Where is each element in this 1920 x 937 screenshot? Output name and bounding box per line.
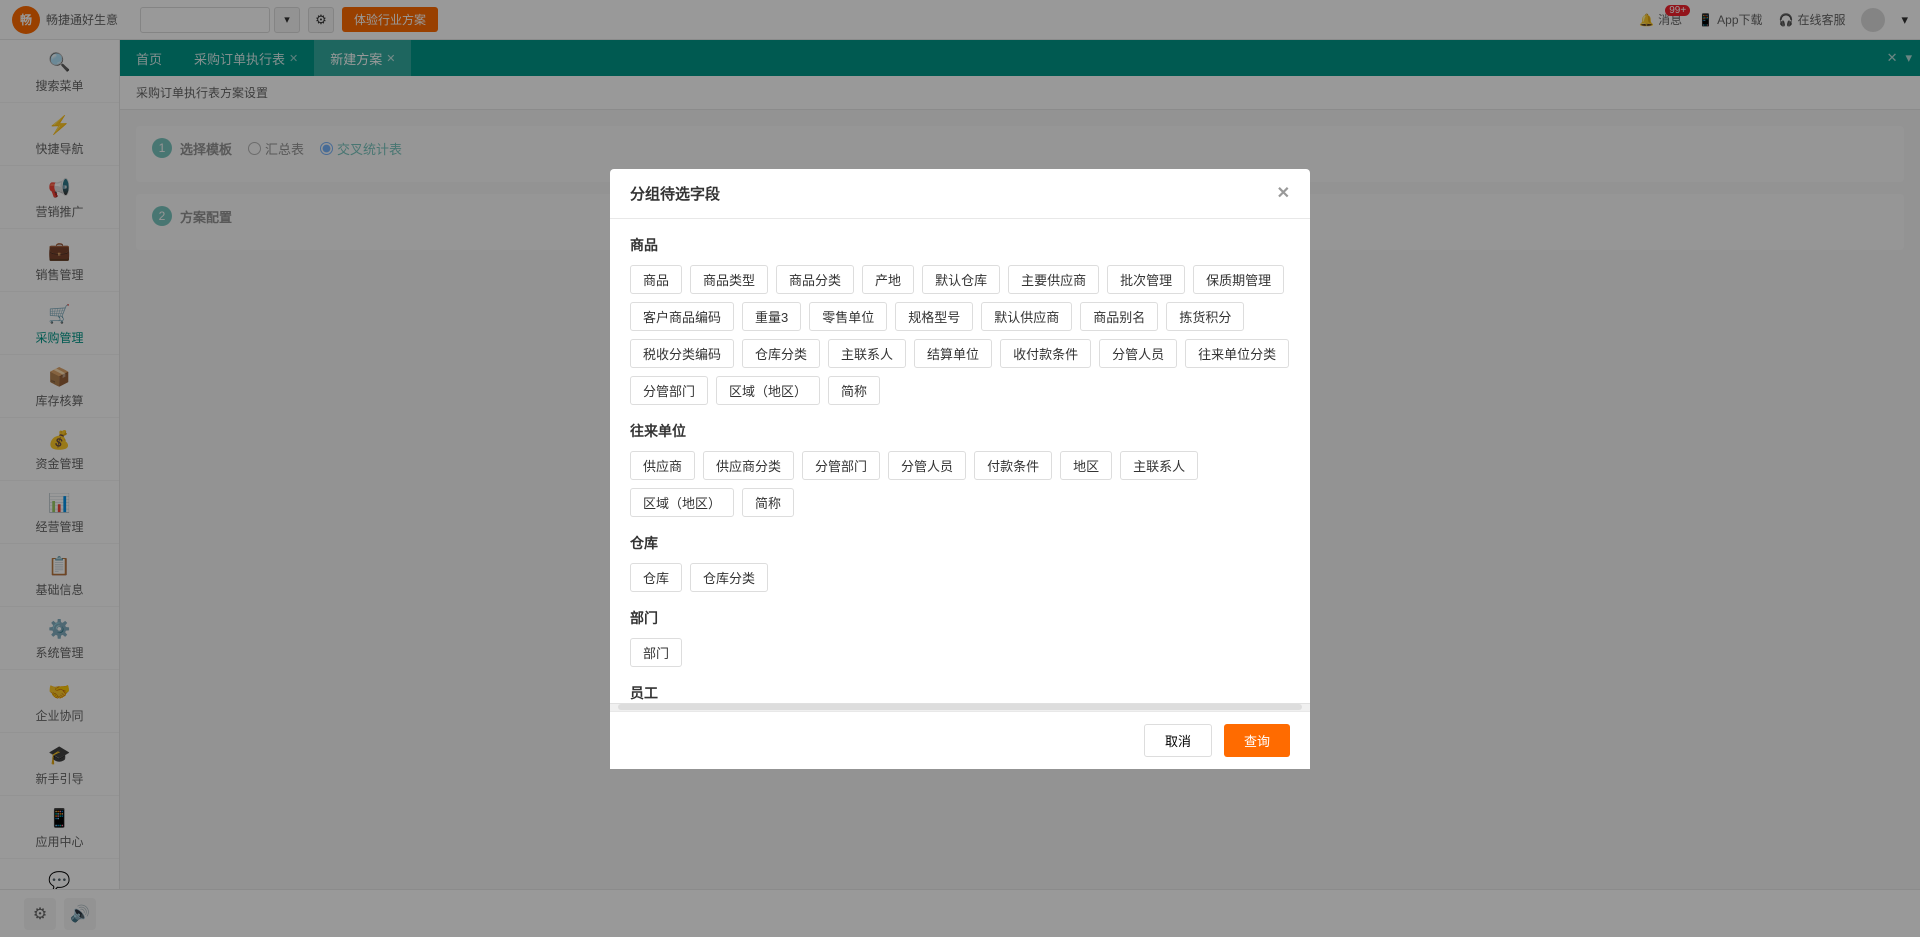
confirm-button[interactable]: 查询 — [1224, 724, 1290, 757]
field-chip[interactable]: 分管人员 — [888, 451, 966, 480]
horizontal-scrollbar[interactable] — [610, 703, 1310, 711]
field-chip[interactable]: 主联系人 — [828, 339, 906, 368]
field-chip[interactable]: 主要供应商 — [1008, 265, 1099, 294]
field-chip[interactable]: 区域（地区） — [716, 376, 820, 405]
field-chip[interactable]: 仓库分类 — [690, 563, 768, 592]
field-chip[interactable]: 默认供应商 — [981, 302, 1072, 331]
field-chip[interactable]: 地区 — [1060, 451, 1112, 480]
modal-section: 商品商品商品类型商品分类产地默认仓库主要供应商批次管理保质期管理客户商品编码重量… — [630, 235, 1290, 405]
field-chip[interactable]: 收付款条件 — [1000, 339, 1091, 368]
cancel-button[interactable]: 取消 — [1144, 724, 1212, 757]
field-chip[interactable]: 简称 — [742, 488, 794, 517]
field-chip[interactable]: 零售单位 — [809, 302, 887, 331]
field-chips: 仓库仓库分类 — [630, 563, 1290, 592]
modal-section-title: 部门 — [630, 608, 1290, 628]
modal-section-title: 仓库 — [630, 533, 1290, 553]
modal-overlay: 分组待选字段 ✕ 商品商品商品类型商品分类产地默认仓库主要供应商批次管理保质期管… — [0, 0, 1920, 937]
field-chip[interactable]: 部门 — [630, 638, 682, 667]
field-chip[interactable]: 税收分类编码 — [630, 339, 734, 368]
field-chip[interactable]: 客户商品编码 — [630, 302, 734, 331]
field-select-modal: 分组待选字段 ✕ 商品商品商品类型商品分类产地默认仓库主要供应商批次管理保质期管… — [610, 169, 1310, 769]
modal-body: 商品商品商品类型商品分类产地默认仓库主要供应商批次管理保质期管理客户商品编码重量… — [610, 219, 1310, 703]
field-chip[interactable]: 仓库 — [630, 563, 682, 592]
modal-section: 部门部门 — [630, 608, 1290, 667]
modal-section: 员工业务员 — [630, 683, 1290, 703]
field-chip[interactable]: 产地 — [862, 265, 914, 294]
modal-section: 仓库仓库仓库分类 — [630, 533, 1290, 592]
field-chip[interactable]: 重量3 — [742, 302, 801, 331]
field-chips: 部门 — [630, 638, 1290, 667]
field-chip[interactable]: 供应商 — [630, 451, 695, 480]
field-chip[interactable]: 规格型号 — [895, 302, 973, 331]
field-chips: 供应商供应商分类分管部门分管人员付款条件地区主联系人区域（地区） 简称 — [630, 451, 1290, 517]
field-chip[interactable]: 区域（地区） — [630, 488, 734, 517]
field-chip[interactable]: 批次管理 — [1107, 265, 1185, 294]
modal-title: 分组待选字段 — [630, 183, 720, 204]
field-chip[interactable]: 商品别名 — [1080, 302, 1158, 331]
field-chip[interactable]: 仓库分类 — [742, 339, 820, 368]
modal-section: 往来单位供应商供应商分类分管部门分管人员付款条件地区主联系人区域（地区） 简称 — [630, 421, 1290, 517]
field-chip[interactable]: 分管人员 — [1099, 339, 1177, 368]
field-chip[interactable]: 主联系人 — [1120, 451, 1198, 480]
field-chip[interactable]: 商品 — [630, 265, 682, 294]
field-chip[interactable]: 分管部门 — [802, 451, 880, 480]
field-chip[interactable]: 分管部门 — [630, 376, 708, 405]
field-chip[interactable]: 商品分类 — [776, 265, 854, 294]
field-chips: 商品商品类型商品分类产地默认仓库主要供应商批次管理保质期管理客户商品编码重量3 零… — [630, 265, 1290, 405]
field-chip[interactable]: 默认仓库 — [922, 265, 1000, 294]
modal-close-button[interactable]: ✕ — [1277, 183, 1290, 203]
modal-section-title: 往来单位 — [630, 421, 1290, 441]
modal-section-title: 商品 — [630, 235, 1290, 255]
field-chip[interactable]: 往来单位分类 — [1185, 339, 1289, 368]
field-chip[interactable]: 结算单位 — [914, 339, 992, 368]
field-chip[interactable]: 商品类型 — [690, 265, 768, 294]
modal-section-title: 员工 — [630, 683, 1290, 703]
modal-header: 分组待选字段 ✕ — [610, 169, 1310, 219]
field-chip[interactable]: 拣货积分 — [1166, 302, 1244, 331]
field-chip[interactable]: 供应商分类 — [703, 451, 794, 480]
modal-footer: 取消 查询 — [610, 711, 1310, 769]
field-chip[interactable]: 简称 — [828, 376, 880, 405]
field-chip[interactable]: 付款条件 — [974, 451, 1052, 480]
field-chip[interactable]: 保质期管理 — [1193, 265, 1284, 294]
